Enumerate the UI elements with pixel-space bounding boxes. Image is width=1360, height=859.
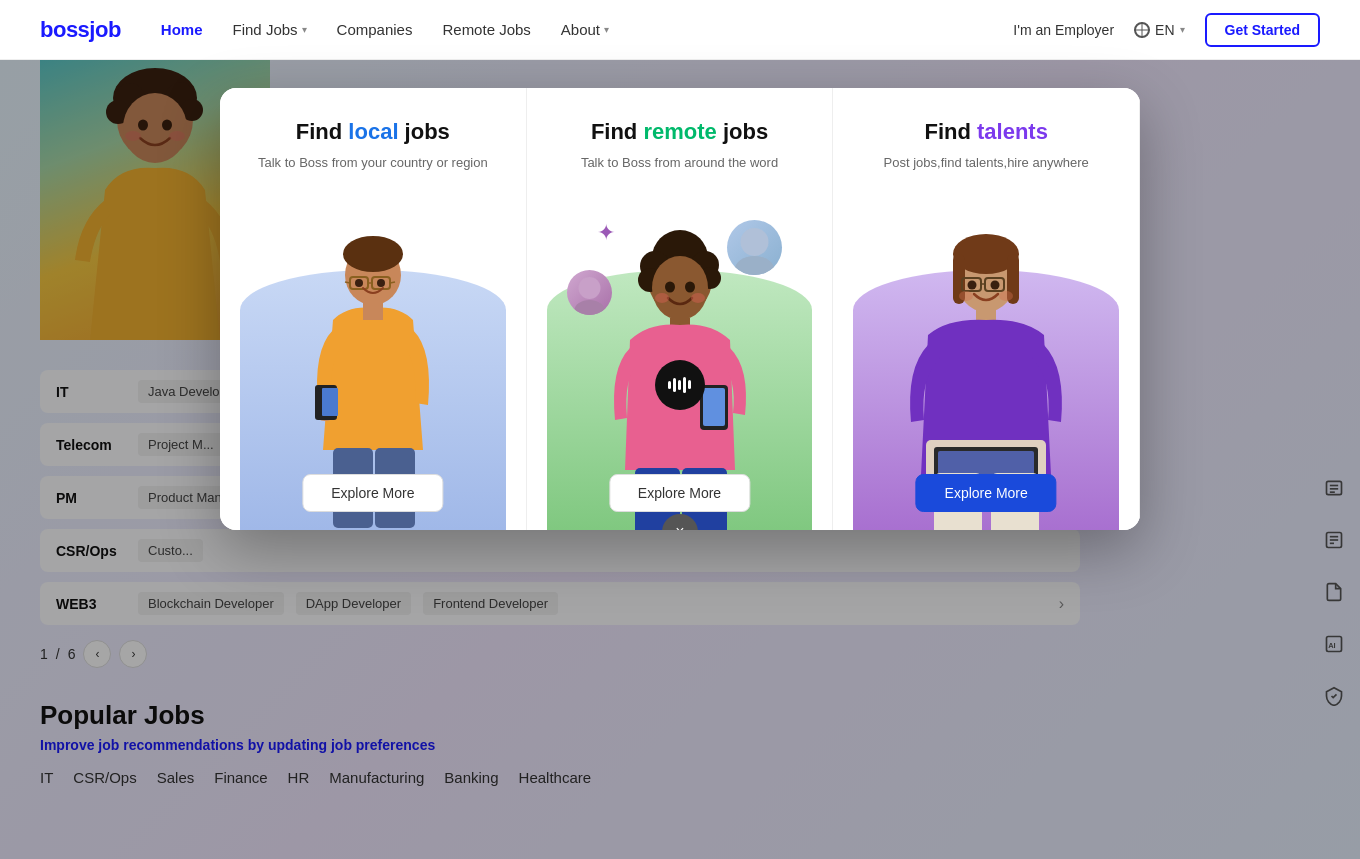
nav-about[interactable]: About ▾	[561, 21, 609, 38]
svg-point-26	[741, 228, 769, 256]
sparkle-icon: ✦	[597, 220, 615, 246]
nav-companies[interactable]: Companies	[337, 21, 413, 38]
svg-point-12	[343, 236, 403, 272]
mic-bar-4	[683, 377, 686, 393]
mic-bar-3	[678, 380, 681, 390]
panel-remote-title: Find remote jobs	[591, 118, 768, 147]
panel-talents-subtitle: Post jobs,find talents,hire anywhere	[884, 155, 1089, 170]
mic-bar-2	[673, 378, 676, 392]
lang-chevron-icon: ▾	[1180, 24, 1185, 35]
language-selector[interactable]: EN ▾	[1134, 22, 1184, 38]
float-avatar-2	[567, 270, 612, 315]
explore-remote-button[interactable]: Explore More	[609, 474, 750, 512]
svg-point-27	[735, 256, 775, 275]
logo-text: bossjob	[40, 17, 121, 42]
svg-point-40	[691, 293, 705, 303]
svg-point-55	[959, 291, 973, 301]
brand-logo[interactable]: bossjob	[40, 17, 121, 43]
svg-rect-18	[363, 302, 383, 320]
mic-bars	[668, 377, 691, 393]
navbar: bossjob Home Find Jobs ▾ Companies Remot…	[0, 0, 1360, 60]
svg-point-53	[968, 280, 977, 289]
employer-link[interactable]: I'm an Employer	[1013, 22, 1114, 38]
nav-home[interactable]: Home	[161, 21, 203, 38]
float-avatar-1-svg	[727, 220, 782, 275]
modal-panel-remote: Find remote jobs Talk to Boss from aroun…	[527, 88, 834, 530]
get-started-button[interactable]: Get Started	[1205, 13, 1320, 47]
svg-point-36	[652, 256, 708, 320]
float-avatar-1	[727, 220, 782, 275]
nav-find-jobs[interactable]: Find Jobs ▾	[233, 21, 307, 38]
mic-bar-1	[668, 381, 671, 389]
svg-point-39	[655, 293, 669, 303]
explore-local-button[interactable]: Explore More	[302, 474, 443, 512]
svg-line-17	[390, 282, 395, 283]
svg-point-28	[578, 277, 600, 299]
nav-remote-jobs[interactable]: Remote Jobs	[442, 21, 530, 38]
modal-panel-talents: Find talents Post jobs,find talents,hire…	[833, 88, 1140, 530]
feature-modal: Find local jobs Talk to Boss from your c…	[220, 88, 1140, 530]
mic-bar-5	[688, 380, 691, 389]
explore-talents-button[interactable]: Explore More	[916, 474, 1057, 512]
nav-right: I'm an Employer EN ▾ Get Started	[1013, 13, 1320, 47]
svg-point-37	[665, 281, 675, 292]
svg-point-29	[574, 300, 604, 315]
svg-line-16	[345, 282, 350, 283]
panel-local-subtitle: Talk to Boss from your country or region	[258, 155, 488, 170]
globe-icon	[1134, 22, 1150, 38]
svg-point-23	[377, 279, 385, 287]
panel-remote-subtitle: Talk to Boss from around the word	[581, 155, 778, 170]
svg-point-56	[999, 291, 1013, 301]
nav-links: Home Find Jobs ▾ Companies Remote Jobs A…	[161, 21, 1014, 38]
svg-point-38	[685, 281, 695, 292]
find-jobs-chevron-icon: ▾	[302, 24, 307, 35]
modal-panel-local: Find local jobs Talk to Boss from your c…	[220, 88, 527, 530]
microphone-icon	[655, 360, 705, 410]
svg-point-54	[991, 280, 1000, 289]
float-avatar-2-svg	[567, 270, 612, 315]
panel-local-title: Find local jobs	[296, 118, 450, 147]
about-chevron-icon: ▾	[604, 24, 609, 35]
svg-rect-43	[703, 388, 725, 426]
svg-rect-21	[322, 388, 338, 416]
panel-talents-title: Find talents	[924, 118, 1047, 147]
svg-point-22	[355, 279, 363, 287]
